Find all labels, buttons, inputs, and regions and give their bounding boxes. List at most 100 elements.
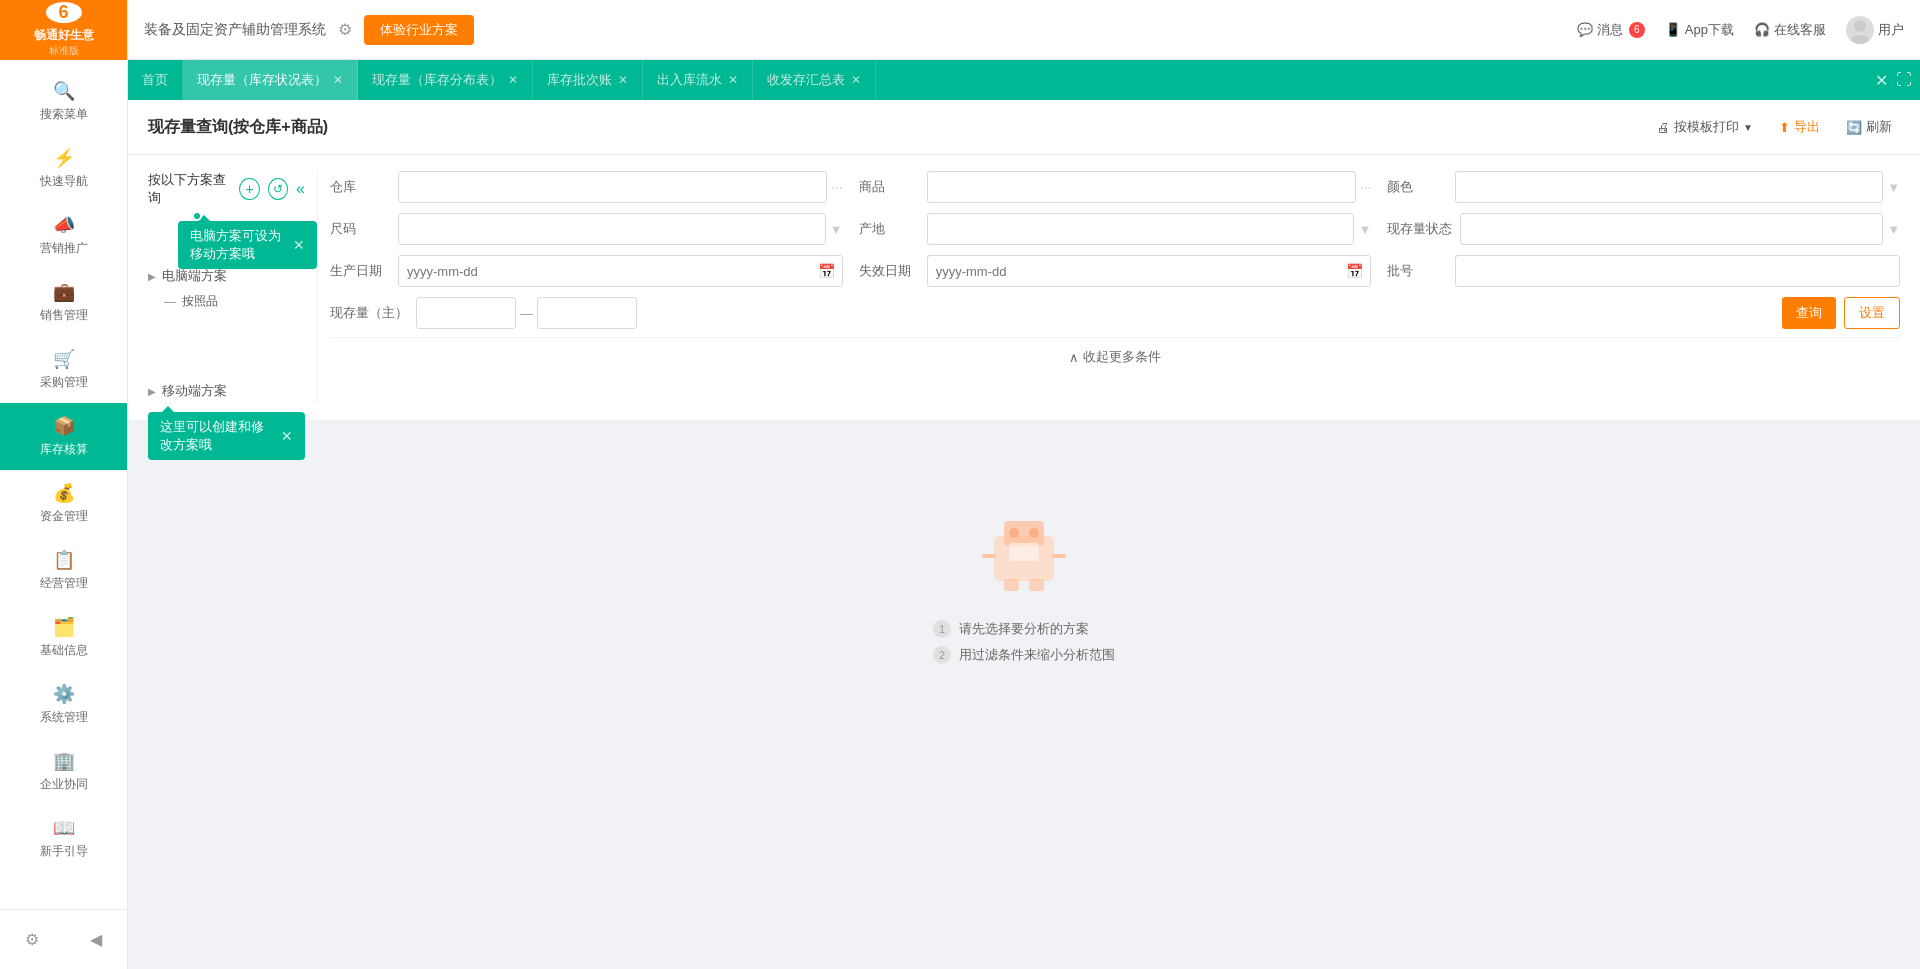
tab-inventory-status[interactable]: 现存量（库存状况表） ✕ — [183, 60, 358, 100]
scheme-mobile-label: 移动端方案 — [162, 382, 227, 400]
sidebar-label-inventory: 库存核算 — [40, 441, 88, 458]
sidebar-item-enterprise[interactable]: 🏢 企业协同 — [0, 738, 127, 805]
finance-nav-icon: 💰 — [53, 482, 75, 504]
tab-close-all-btn[interactable]: ✕ — [1875, 71, 1888, 90]
warehouse-input[interactable] — [398, 171, 827, 203]
add-scheme-btn[interactable]: + — [239, 178, 259, 200]
sidebar-item-system[interactable]: ⚙️ 系统管理 — [0, 671, 127, 738]
user-label: 用户 — [1878, 21, 1904, 39]
message-btn[interactable]: 💬 消息 6 — [1577, 21, 1645, 39]
refresh-btn[interactable]: 🔄 刷新 — [1838, 114, 1900, 140]
exp-date-calendar-icon[interactable]: 📅 — [1346, 263, 1363, 279]
sidebar-item-sales[interactable]: 💼 销售管理 — [0, 269, 127, 336]
goods-dots[interactable]: ··· — [1360, 179, 1372, 195]
svg-point-5 — [1029, 528, 1039, 538]
tooltip1-close[interactable]: ✕ — [293, 237, 305, 253]
sales-nav-icon: 💼 — [53, 281, 75, 303]
tab-batch-label: 库存批次账 — [547, 71, 612, 89]
tab-inventory-dist-close[interactable]: ✕ — [508, 73, 518, 87]
empty-illustration — [974, 501, 1074, 604]
back-scheme-btn[interactable]: « — [296, 180, 305, 198]
tab-inout-close[interactable]: ✕ — [728, 73, 738, 87]
stock-qty-max[interactable] — [537, 297, 637, 329]
svg-rect-6 — [1009, 543, 1039, 561]
svg-point-0 — [1854, 20, 1866, 32]
sidebar-item-quick[interactable]: ⚡ 快速导航 — [0, 135, 127, 202]
online-support-btn[interactable]: 🎧 在线客服 — [1754, 21, 1826, 39]
tab-inventory-status-close[interactable]: ✕ — [333, 73, 343, 87]
exp-date-input[interactable] — [927, 255, 1372, 287]
sidebar-item-marketing[interactable]: 📣 营销推广 — [0, 202, 127, 269]
gear-icon[interactable]: ⚙ — [338, 20, 352, 39]
collapse-row: ∧ 收起更多条件 — [330, 337, 1900, 376]
export-btn[interactable]: ⬆ 导出 — [1771, 114, 1828, 140]
refresh-scheme-btn[interactable]: ↺ — [268, 178, 288, 200]
filter-mfg-date: 生产日期 📅 — [330, 255, 843, 287]
sidebar-label-finance: 资金管理 — [40, 508, 88, 525]
goods-input[interactable] — [927, 171, 1356, 203]
origin-dropdown-icon[interactable]: ▼ — [1358, 222, 1371, 237]
logo-name: 畅通好生意 — [34, 27, 94, 44]
svg-point-1 — [1850, 35, 1870, 44]
print-dropdown-icon: ▼ — [1743, 122, 1753, 133]
sidebar-item-search[interactable]: 🔍 搜索菜单 — [0, 68, 127, 135]
scheme-mobile[interactable]: ▶ 移动端方案 — [148, 378, 305, 404]
print-btn[interactable]: 🖨 按模板打印 ▼ — [1649, 114, 1761, 140]
sidebar-item-guide[interactable]: 📖 新手引导 — [0, 805, 127, 872]
tab-inventory-dist[interactable]: 现存量（库存分布表） ✕ — [358, 60, 533, 100]
sidebar-item-base[interactable]: 🗂️ 基础信息 — [0, 604, 127, 671]
color-dropdown-icon[interactable]: ▼ — [1887, 180, 1900, 195]
stock-qty-min[interactable] — [416, 297, 516, 329]
refresh-icon: 🔄 — [1846, 120, 1862, 135]
reset-btn[interactable]: 设置 — [1844, 297, 1900, 329]
tabs-right: ✕ ⛶ — [1875, 71, 1920, 90]
inventory-nav-icon: 📦 — [53, 415, 75, 437]
child1-label: 按照品 — [182, 293, 218, 310]
mfg-date-input[interactable] — [398, 255, 843, 287]
child1-icon: — — [164, 295, 176, 309]
app-download-btn[interactable]: 📱 App下载 — [1665, 21, 1734, 39]
empty-tips: 1 请先选择要分析的方案 2 用过滤条件来缩小分析范围 — [933, 620, 1115, 664]
origin-input[interactable] — [927, 213, 1355, 245]
stock-status-dropdown-icon[interactable]: ▼ — [1887, 222, 1900, 237]
tree-arrow-mobile: ▶ — [148, 386, 156, 397]
collapse-btn[interactable]: ∧ 收起更多条件 — [1069, 348, 1161, 366]
tab-batch[interactable]: 库存批次账 ✕ — [533, 60, 643, 100]
tooltip2-close[interactable]: ✕ — [281, 428, 293, 444]
batch-input[interactable] — [1455, 255, 1900, 287]
export-icon: ⬆ — [1779, 120, 1790, 135]
filter-stock-status: 现存量状态 ▼ — [1387, 213, 1900, 245]
tooltip1-text: 电脑方案可设为移动方案哦 — [190, 227, 285, 263]
tab-collect-close[interactable]: ✕ — [851, 73, 861, 87]
tab-inout[interactable]: 出入库流水 ✕ — [643, 60, 753, 100]
origin-label: 产地 — [859, 220, 919, 238]
sidebar-label-search: 搜索菜单 — [40, 106, 88, 123]
sidebar-logo: 6 畅通好生意 标准版 — [0, 0, 127, 60]
scheme-pc-child1[interactable]: — 按照品 — [164, 289, 305, 314]
size-input[interactable] — [398, 213, 826, 245]
sidebar-item-finance[interactable]: 💰 资金管理 — [0, 470, 127, 537]
color-input[interactable] — [1455, 171, 1883, 203]
sidebar-item-operations[interactable]: 📋 经营管理 — [0, 537, 127, 604]
mfg-date-calendar-icon[interactable]: 📅 — [818, 263, 835, 279]
sidebar-item-purchase[interactable]: 🛒 采购管理 — [0, 336, 127, 403]
tab-collect[interactable]: 收发存汇总表 ✕ — [753, 60, 876, 100]
tab-maximize-btn[interactable]: ⛶ — [1896, 71, 1912, 89]
svg-rect-10 — [1029, 579, 1044, 591]
filter-exp-date: 失效日期 📅 — [859, 255, 1372, 287]
experience-btn[interactable]: 体验行业方案 — [364, 15, 474, 45]
user-profile-btn[interactable]: 用户 — [1846, 16, 1904, 44]
app-download-label: App下载 — [1685, 21, 1734, 39]
tab-batch-close[interactable]: ✕ — [618, 73, 628, 87]
sidebar-label-system: 系统管理 — [40, 709, 88, 726]
color-label: 颜色 — [1387, 178, 1447, 196]
size-dropdown-icon[interactable]: ▼ — [830, 222, 843, 237]
message-icon: 💬 — [1577, 22, 1593, 37]
sidebar-item-inventory[interactable]: 📦 库存核算 — [0, 403, 127, 470]
collapse-footer-btn[interactable]: ◀ — [82, 922, 110, 957]
tab-home[interactable]: 首页 — [128, 60, 183, 100]
stock-status-input[interactable] — [1460, 213, 1883, 245]
warehouse-dots[interactable]: ··· — [831, 179, 843, 195]
settings-footer-btn[interactable]: ⚙ — [17, 922, 47, 957]
search-btn[interactable]: 查询 — [1782, 297, 1836, 329]
